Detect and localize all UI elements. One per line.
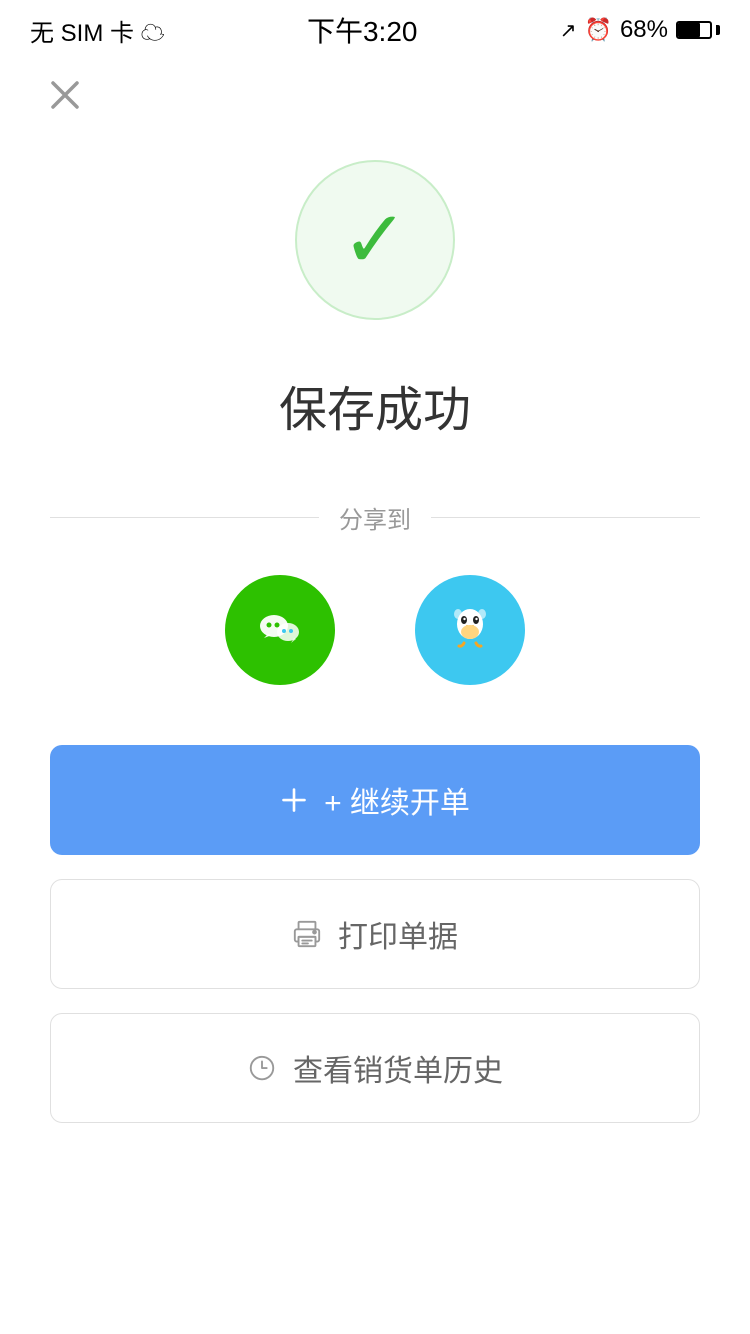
share-section: 分享到 [50,500,700,685]
print-button[interactable]: 打印单据 [50,879,700,989]
status-left: 无 SIM 卡 ☁ [30,13,165,48]
share-label: 分享到 [339,500,411,535]
share-icons [225,575,525,685]
no-sim-label: 无 SIM 卡 ☁ [30,13,165,48]
continue-button[interactable]: + 继续开单 [50,745,700,855]
status-right: ↗ ⏰ 68% [560,16,720,44]
close-button[interactable] [40,70,90,120]
qq-share-button[interactable] [415,575,525,685]
battery-icon [676,21,720,39]
alarm-icon: ⏰ [585,17,612,43]
divider-left [50,517,319,518]
history-button[interactable]: 查看销货单历史 [50,1013,700,1123]
wechat-share-button[interactable] [225,575,335,685]
status-time: 下午3:20 [307,10,418,50]
divider-right [431,517,700,518]
status-bar: 无 SIM 卡 ☁ 下午3:20 ↗ ⏰ 68% [0,0,750,60]
action-buttons: + 继续开单 打印单据 查看销货单历史 [50,745,700,1123]
battery-percentage: 68% [620,16,668,44]
continue-label: + 继续开单 [324,778,470,822]
print-label: 打印单据 [338,912,458,956]
success-title: 保存成功 [279,370,471,440]
checkmark-icon: ✓ [341,200,408,280]
main-content: ✓ 保存成功 分享到 [0,60,750,1123]
history-label: 查看销货单历史 [293,1046,503,1090]
share-divider: 分享到 [50,500,700,535]
success-circle: ✓ [295,160,455,320]
location-icon: ↗ [560,18,577,43]
